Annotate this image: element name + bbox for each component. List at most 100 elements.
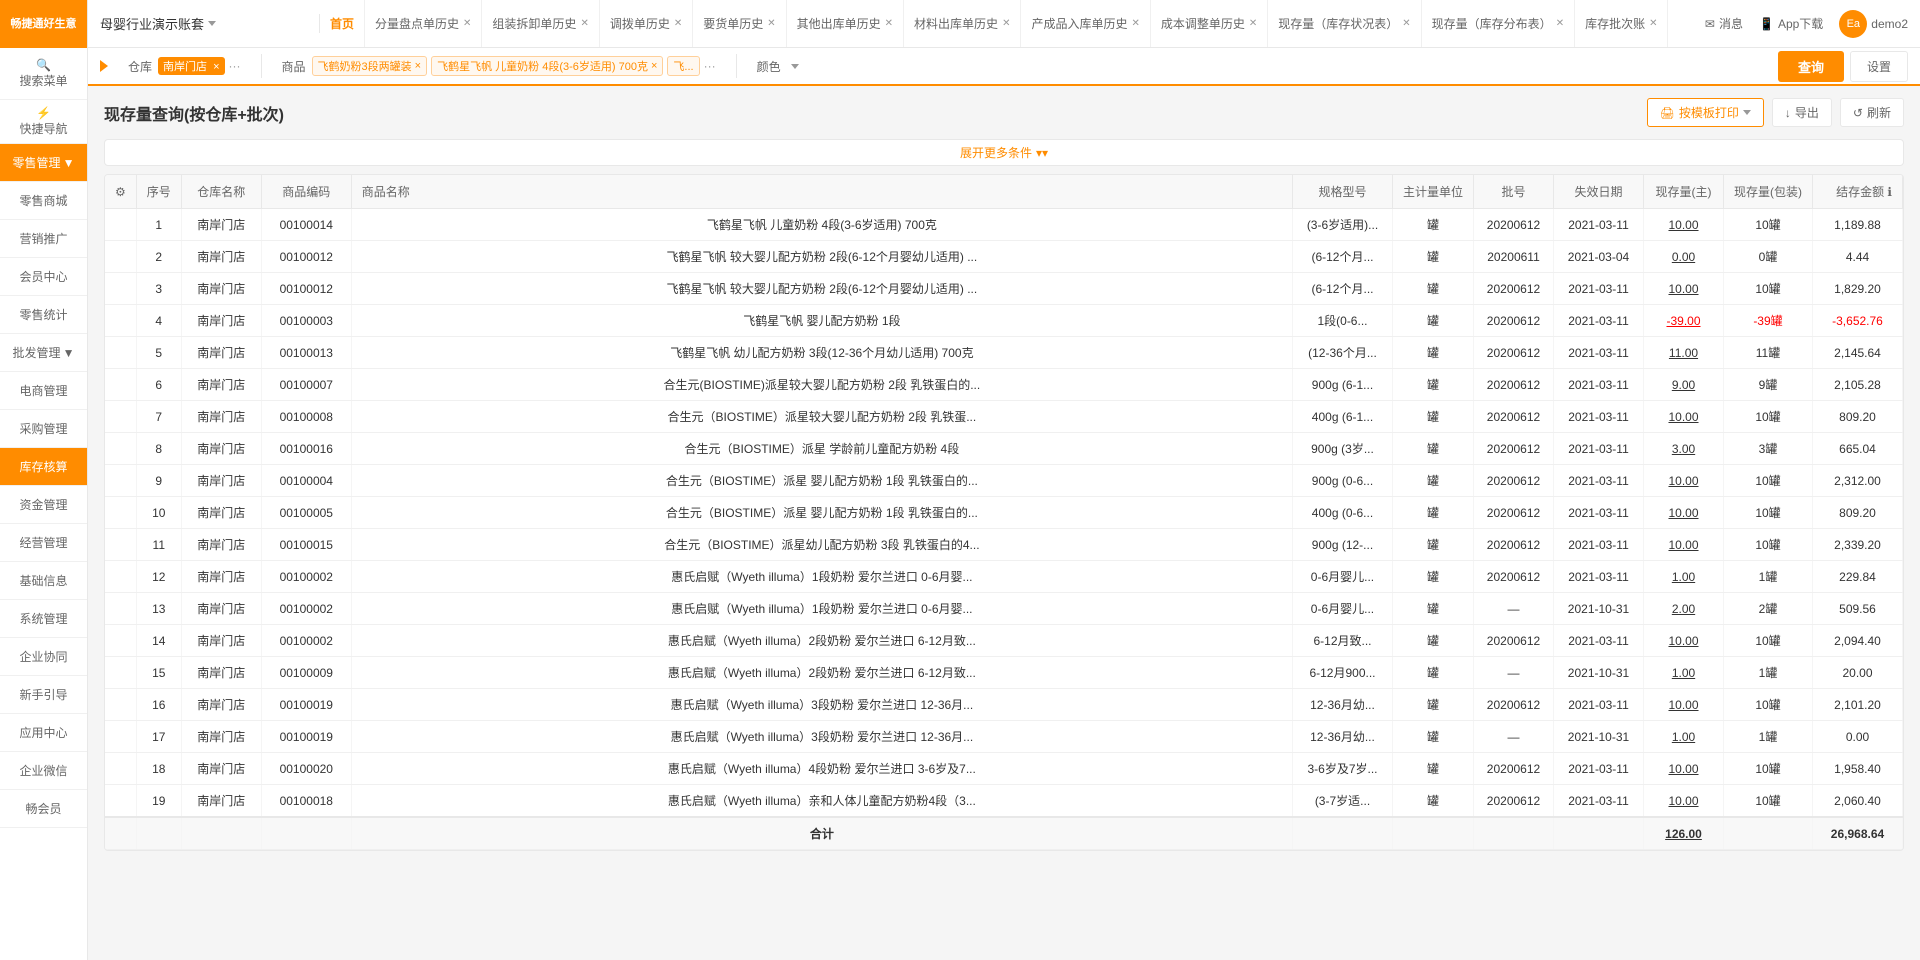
sidebar-search[interactable]: 🔍 搜索菜单	[0, 48, 87, 100]
cell-qty-main[interactable]: 1.00	[1644, 561, 1724, 593]
cell-name: 飞鹤星飞帆 儿童奶粉 4段(3-6岁适用) 700克	[351, 209, 1292, 241]
cell-unit: 罐	[1392, 369, 1473, 401]
sidebar-item-basic[interactable]: 基础信息	[0, 562, 87, 600]
cell-spec: 6-12月900...	[1292, 657, 1392, 689]
cell-qty-main[interactable]: 10.00	[1644, 209, 1724, 241]
nav-tab-stock-status[interactable]: 现存量（库存状况表） ✕	[1268, 0, 1421, 47]
close-icon[interactable]: ✕	[1131, 18, 1139, 29]
close-icon[interactable]: ✕	[1002, 18, 1010, 29]
cell-qty-main[interactable]: 3.00	[1644, 433, 1724, 465]
product-tag-1-close[interactable]: ×	[415, 60, 421, 72]
product-tag-1[interactable]: 飞鹤奶粉3段两罐装 ×	[312, 56, 428, 76]
nav-tab-stock-dist[interactable]: 现存量（库存分布表） ✕	[1422, 0, 1575, 47]
close-icon[interactable]: ✕	[580, 18, 588, 29]
sidebar-item-finance[interactable]: 资金管理	[0, 486, 87, 524]
close-icon[interactable]: ✕	[1402, 18, 1410, 29]
message-action[interactable]: ✉ 消息	[1705, 15, 1743, 32]
col-settings-header[interactable]: ⚙	[105, 175, 136, 209]
sidebar-item-retail[interactable]: 零售管理 ▼	[0, 144, 87, 182]
tab-color[interactable]: 颜色	[745, 50, 811, 85]
close-icon[interactable]: ✕	[885, 18, 893, 29]
cell-batch: 20200612	[1474, 209, 1554, 241]
sidebar-item-shop[interactable]: 零售商城	[0, 182, 87, 220]
company-selector[interactable]: 母婴行业演示账套	[100, 14, 320, 33]
set-button[interactable]: 设置	[1850, 51, 1908, 82]
cell-qty-main[interactable]: 2.00	[1644, 593, 1724, 625]
sidebar-item-inventory[interactable]: 库存核算	[0, 448, 87, 486]
cell-name: 惠氏启赋（Wyeth illuma）1段奶粉 爱尔兰进口 0-6月婴...	[351, 561, 1292, 593]
nav-tab-batch-ledger[interactable]: 库存批次账 ✕	[1575, 0, 1668, 47]
nav-tab-pick[interactable]: 调拨单历史 ✕	[600, 0, 693, 47]
sidebar-item-purchase[interactable]: 采购管理	[0, 410, 87, 448]
cell-batch: 20200612	[1474, 305, 1554, 337]
sidebar-item-vip[interactable]: 畅会员	[0, 790, 87, 828]
cell-qty-main[interactable]: 10.00	[1644, 273, 1724, 305]
nav-tab-split[interactable]: 分量盘点单历史 ✕	[365, 0, 482, 47]
cell-qty-main[interactable]: 10.00	[1644, 529, 1724, 561]
warehouse-tag-close[interactable]: ×	[213, 61, 219, 73]
sidebar-item-stats[interactable]: 零售统计	[0, 296, 87, 334]
sidebar-item-system[interactable]: 系统管理	[0, 600, 87, 638]
nav-tab-product-in[interactable]: 产成品入库单历史 ✕	[1021, 0, 1150, 47]
cell-name: 合生元（BIOSTIME）派星幼儿配方奶粉 3段 乳铁蛋白的4...	[351, 529, 1292, 561]
cell-qty-main[interactable]: 9.00	[1644, 369, 1724, 401]
export-button[interactable]: ↓ 导出	[1772, 98, 1832, 127]
warehouse-tag[interactable]: 南岸门店 ×	[158, 57, 225, 75]
product-tag-2[interactable]: 飞鹤星飞帆 儿童奶粉 4段(3-6岁适用) 700克 ×	[431, 56, 663, 76]
sidebar-item-ecommerce[interactable]: 电商管理	[0, 372, 87, 410]
sidebar-item-marketing[interactable]: 营销推广	[0, 220, 87, 258]
nav-tab-other-out[interactable]: 其他出库单历史 ✕	[787, 0, 904, 47]
close-icon[interactable]: ✕	[1556, 18, 1564, 29]
tab-warehouse[interactable]: 仓库 南岸门店 × ···	[116, 49, 253, 85]
cell-qty-main[interactable]: 1.00	[1644, 721, 1724, 753]
close-icon[interactable]: ✕	[1249, 18, 1257, 29]
cell-qty-main[interactable]: 10.00	[1644, 625, 1724, 657]
cell-qty-main[interactable]: 10.00	[1644, 401, 1724, 433]
close-icon[interactable]: ✕	[463, 18, 471, 29]
nav-tab-request[interactable]: 要货单历史 ✕	[693, 0, 786, 47]
user-action[interactable]: Ea demo2	[1839, 10, 1908, 38]
nav-tab-home[interactable]: 首页	[320, 0, 365, 47]
cell-qty-main[interactable]: 10.00	[1644, 753, 1724, 785]
close-icon[interactable]: ✕	[767, 18, 775, 29]
cell-qty-main[interactable]: 10.00	[1644, 689, 1724, 721]
query-button[interactable]: 查询	[1778, 51, 1844, 82]
app-download-action[interactable]: 📱 App下载	[1759, 15, 1823, 32]
cell-qty-main[interactable]: 0.00	[1644, 241, 1724, 273]
sidebar-item-cooperation[interactable]: 企业协同	[0, 638, 87, 676]
warehouse-more[interactable]: ···	[229, 59, 241, 73]
sidebar-item-wholesale[interactable]: 批发管理 ▼	[0, 334, 87, 372]
sidebar-item-appstore[interactable]: 应用中心	[0, 714, 87, 752]
expand-arrow[interactable]	[100, 60, 108, 72]
sidebar-item-wechat[interactable]: 企业微信	[0, 752, 87, 790]
cell-qty-main[interactable]: 1.00	[1644, 657, 1724, 689]
nav-tab-disassemble[interactable]: 组装拆卸单历史 ✕	[482, 0, 599, 47]
close-icon[interactable]: ✕	[1649, 18, 1657, 29]
cell-amount: 4.44	[1813, 241, 1903, 273]
sidebar-item-guide[interactable]: 新手引导	[0, 676, 87, 714]
cell-expire: 2021-03-04	[1554, 241, 1644, 273]
sidebar-item-member[interactable]: 会员中心	[0, 258, 87, 296]
expand-more-btn[interactable]: 展开更多条件 ▾▾	[104, 139, 1904, 166]
cell-num: 9	[136, 465, 181, 497]
sidebar-quick-nav[interactable]: ⚡ 快捷导航	[0, 100, 87, 144]
cell-name: 惠氏启赋（Wyeth illuma）1段奶粉 爱尔兰进口 0-6月婴...	[351, 593, 1292, 625]
print-button[interactable]: 🖨 按模板打印	[1647, 98, 1764, 127]
cell-qty-main[interactable]: 10.00	[1644, 785, 1724, 818]
cell-spec: (3-7岁适...	[1292, 785, 1392, 818]
product-more[interactable]: ···	[704, 59, 716, 73]
refresh-button[interactable]: ↺ 刷新	[1840, 98, 1904, 127]
sidebar-item-operation[interactable]: 经营管理	[0, 524, 87, 562]
cell-qty-main[interactable]: 10.00	[1644, 465, 1724, 497]
tab-product[interactable]: 商品 飞鹤奶粉3段两罐装 × 飞鹤星飞帆 儿童奶粉 4段(3-6岁适用) 700…	[270, 48, 728, 86]
nav-tab-material-out[interactable]: 材料出库单历史 ✕	[904, 0, 1021, 47]
cell-expire: 2021-03-11	[1554, 625, 1644, 657]
product-tag-2-close[interactable]: ×	[651, 60, 657, 72]
cell-code: 00100009	[261, 657, 351, 689]
cell-num: 8	[136, 433, 181, 465]
cell-qty-main[interactable]: 11.00	[1644, 337, 1724, 369]
cell-qty-main[interactable]: -39.00	[1644, 305, 1724, 337]
nav-tab-cost-adjust[interactable]: 成本调整单历史 ✕	[1151, 0, 1268, 47]
cell-qty-main[interactable]: 10.00	[1644, 497, 1724, 529]
close-icon[interactable]: ✕	[674, 18, 682, 29]
